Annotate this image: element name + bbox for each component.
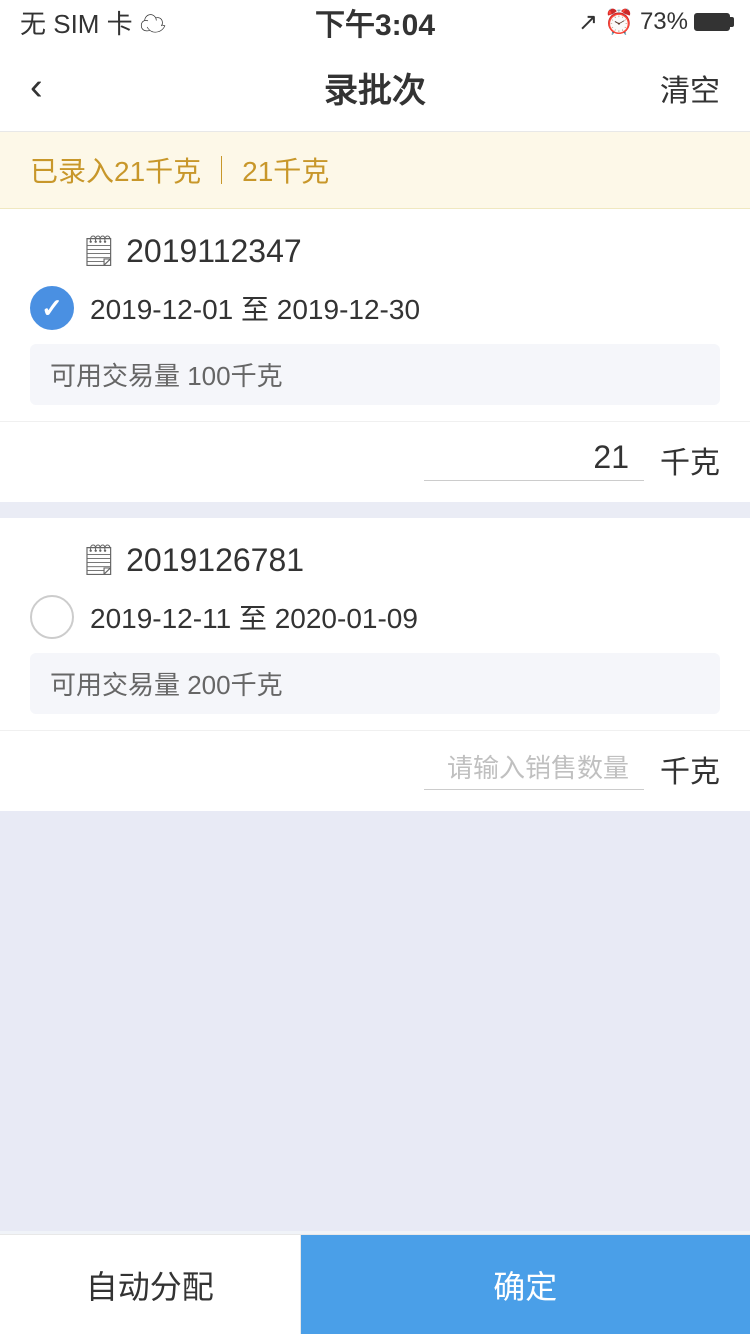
batch2-doc-icon: 🗒 xyxy=(80,543,118,578)
clear-button[interactable]: 清空 xyxy=(660,66,720,110)
no-sim-text: 无 SIM 卡 ☁ xyxy=(20,4,166,41)
batch2-input-row: 千克 xyxy=(0,730,750,811)
confirm-button[interactable]: 确定 xyxy=(301,1235,750,1334)
batch1-date: 2019-12-01 至 2019-12-30 xyxy=(90,288,420,328)
status-left: 无 SIM 卡 ☁ xyxy=(20,4,166,41)
auto-distribute-button[interactable]: 自动分配 xyxy=(0,1235,301,1334)
battery-icon xyxy=(694,13,730,31)
empty-area xyxy=(0,811,750,1231)
page-title: 录批次 xyxy=(324,63,426,112)
banner-divider xyxy=(221,156,222,184)
batch1-input-row: 千克 xyxy=(0,421,750,502)
batch2-date-row[interactable]: 2019-12-11 至 2020-01-09 xyxy=(0,587,750,647)
section-divider xyxy=(0,502,750,518)
batch1-unit: 千克 xyxy=(660,438,720,482)
batch-card-2: 🗒 2019126781 2019-12-11 至 2020-01-09 可用交… xyxy=(0,518,750,811)
batch2-header: 🗒 2019126781 xyxy=(0,518,750,587)
page-wrapper: 无 SIM 卡 ☁ 下午3:04 ↗ ⏰ 73% ‹ 录批次 清空 已录入21千… xyxy=(0,0,750,1334)
batch2-avail: 可用交易量 200千克 xyxy=(30,653,720,714)
batch2-radio[interactable] xyxy=(30,595,74,639)
batch1-qty-input[interactable] xyxy=(424,439,644,481)
batch1-number: 2019112347 xyxy=(126,233,302,270)
batch1-date-row[interactable]: 2019-12-01 至 2019-12-30 xyxy=(0,278,750,338)
status-right: ↗ ⏰ 73% xyxy=(578,8,730,37)
batch1-avail: 可用交易量 100千克 xyxy=(30,344,720,405)
alarm-icon: ⏰ xyxy=(604,8,634,37)
batch2-date: 2019-12-11 至 2020-01-09 xyxy=(90,597,418,637)
recorded-label: 已录入21千克 xyxy=(30,150,201,190)
footer: 自动分配 确定 xyxy=(0,1234,750,1334)
batch1-radio[interactable] xyxy=(30,286,74,330)
batch2-qty-input[interactable] xyxy=(424,748,644,790)
status-bar: 无 SIM 卡 ☁ 下午3:04 ↗ ⏰ 73% xyxy=(0,0,750,44)
battery-text: 73% xyxy=(640,8,688,36)
back-button[interactable]: ‹ xyxy=(30,66,43,109)
info-banner: 已录入21千克 21千克 xyxy=(0,132,750,209)
content-area: 🗒 2019112347 2019-12-01 至 2019-12-30 可用交… xyxy=(0,209,750,1334)
batch-card-1: 🗒 2019112347 2019-12-01 至 2019-12-30 可用交… xyxy=(0,209,750,502)
recorded-value: 21千克 xyxy=(242,150,329,190)
nav-bar: ‹ 录批次 清空 xyxy=(0,44,750,132)
batch2-number: 2019126781 xyxy=(126,542,304,579)
batch2-unit: 千克 xyxy=(660,747,720,791)
batch1-doc-icon: 🗒 xyxy=(80,234,118,269)
batch1-header: 🗒 2019112347 xyxy=(0,209,750,278)
status-time: 下午3:04 xyxy=(315,0,435,44)
location-icon: ↗ xyxy=(578,8,598,37)
